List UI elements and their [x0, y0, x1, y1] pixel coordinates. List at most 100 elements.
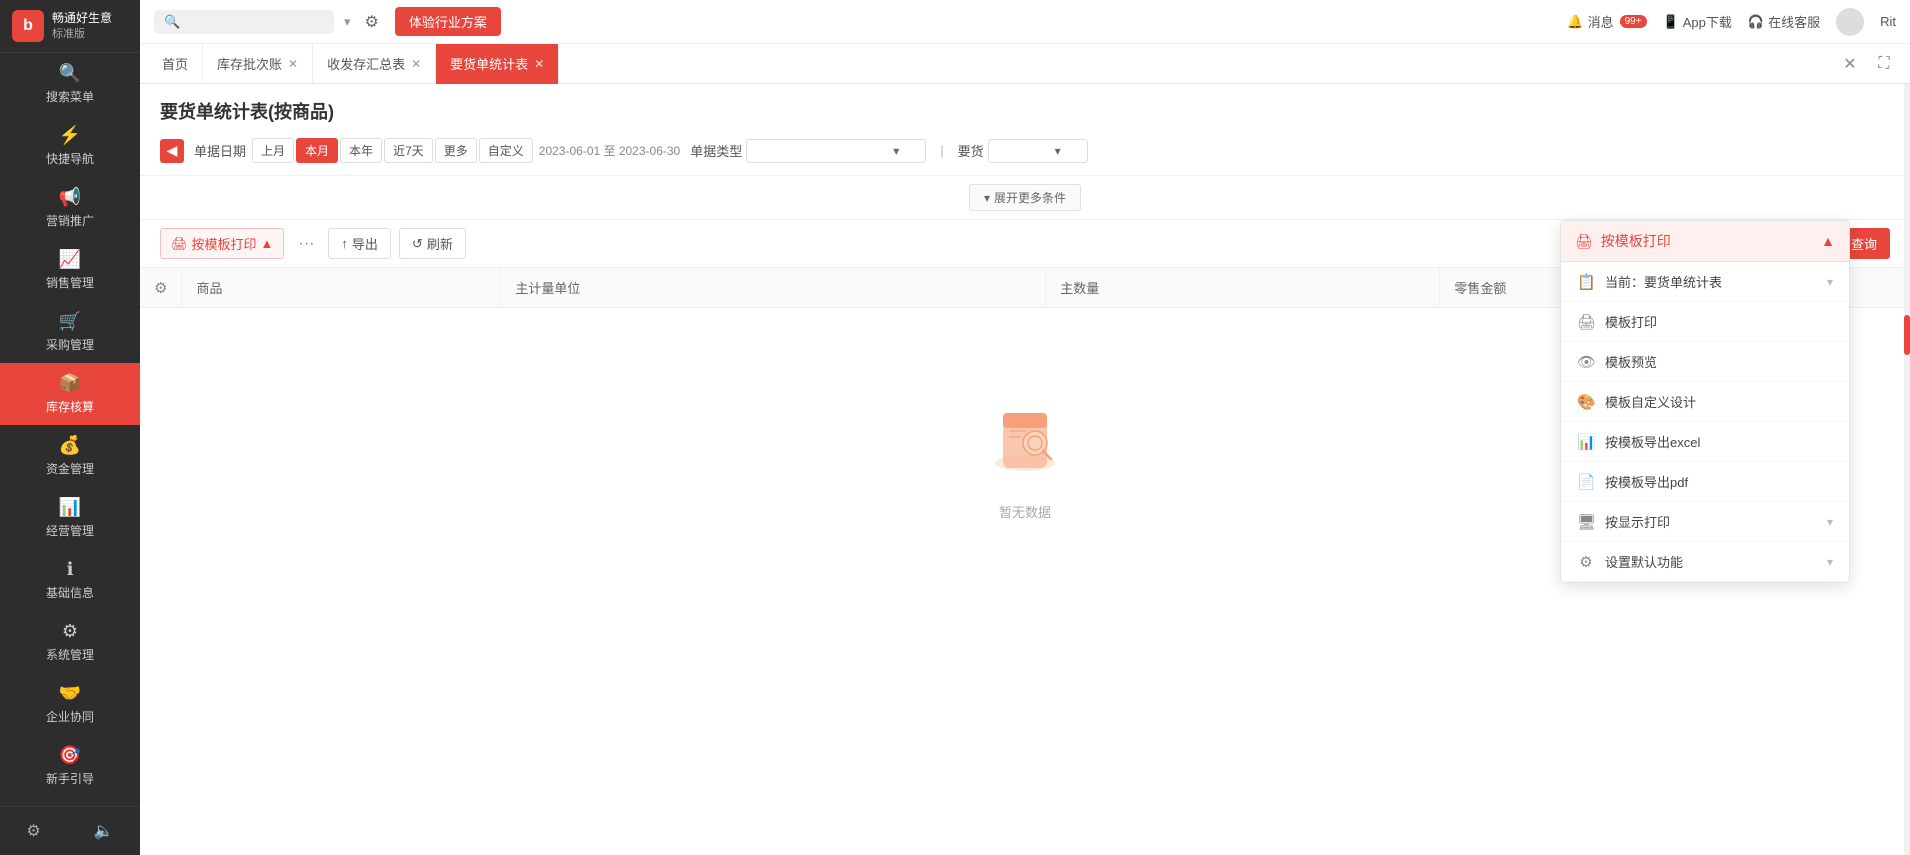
right-scrollbar[interactable]	[1904, 84, 1910, 855]
filter-divider: |	[940, 143, 943, 158]
tab-inventory-batch-label: 库存批次账	[217, 54, 282, 73]
sidebar-settings-button[interactable]: ⚙	[18, 817, 48, 845]
topbar-dropdown-arrow[interactable]: ▾	[344, 14, 351, 30]
dropdown-template-excel[interactable]: 📊 按模板导出excel	[1561, 422, 1849, 462]
more-date-button[interactable]: 更多	[435, 138, 477, 163]
messages-badge: 99+	[1620, 15, 1647, 28]
sidebar-item-marketing[interactable]: 📢 营销推广	[0, 177, 140, 239]
user-avatar[interactable]	[1836, 8, 1864, 36]
template-print-label: 模板打印	[1605, 312, 1657, 331]
print-template-button[interactable]: 🖨 按模板打印 ▲	[160, 228, 284, 259]
topbar-search-box[interactable]: 🔍	[154, 10, 334, 34]
sidebar-label-search: 搜索菜单	[46, 88, 94, 105]
col-settings-header[interactable]: ⚙	[140, 268, 182, 308]
tab-home-label: 首页	[162, 54, 188, 73]
display-print-icon: 🖥	[1577, 513, 1595, 531]
expand-more-bar: ▾ 展开更多条件	[140, 176, 1910, 220]
sales-icon: 📈	[59, 249, 81, 270]
prev-month-button[interactable]: 上月	[252, 138, 294, 163]
tab-order-summary-close[interactable]: ✕	[534, 57, 544, 71]
dropdown-title: 🖨 按模板打印	[1575, 231, 1671, 251]
tab-expand-icon[interactable]: ⛶	[1870, 50, 1898, 78]
table-settings-icon[interactable]: ⚙	[154, 280, 167, 297]
dropdown-template-print[interactable]: 🖨 模板打印	[1561, 302, 1849, 342]
sidebar-item-inventory[interactable]: 📦 库存核算	[0, 363, 140, 425]
sidebar-item-basic-info[interactable]: ℹ 基础信息	[0, 549, 140, 611]
tab-receipt-summary-close[interactable]: ✕	[411, 57, 421, 71]
export-button[interactable]: ↑ 导出	[328, 228, 391, 259]
expand-more-button[interactable]: ▾ 展开更多条件	[969, 184, 1081, 211]
dropdown-default-func[interactable]: ⚙ 设置默认功能 ▾	[1561, 542, 1849, 582]
scrollbar-thumb[interactable]	[1904, 315, 1910, 355]
sidebar-label-enterprise: 企业协同	[46, 708, 94, 725]
sidebar-bottom: ⚙ 🔈	[0, 806, 140, 855]
sidebar-item-search[interactable]: 🔍 搜索菜单	[0, 53, 140, 115]
template-print-icon: 🖨	[1577, 313, 1595, 331]
print-template-label: 按模板打印	[192, 234, 257, 253]
username-label[interactable]: Rit	[1880, 14, 1896, 29]
sidebar-item-apps[interactable]: 📱 应用中心	[0, 797, 140, 806]
topbar-settings-icon[interactable]: ⚙	[365, 12, 379, 32]
dropdown-template-preview[interactable]: 👁 模板预览	[1561, 342, 1849, 382]
dropdown-header: 🖨 按模板打印 ▲	[1561, 221, 1849, 262]
mobile-icon: 📱	[1663, 14, 1679, 30]
template-excel-label: 按模板导出excel	[1605, 432, 1700, 451]
tab-inventory-batch-close[interactable]: ✕	[288, 57, 298, 71]
collapse-filters-button[interactable]: ◀	[160, 139, 184, 163]
tab-receipt-summary[interactable]: 收发存汇总表 ✕	[313, 44, 436, 84]
sidebar-item-finance[interactable]: 💰 资金管理	[0, 425, 140, 487]
sidebar-item-guide[interactable]: 🎯 新手引导	[0, 735, 140, 797]
last-7-days-button[interactable]: 近7天	[384, 138, 433, 163]
tabbar: 首页 库存批次账 ✕ 收发存汇总表 ✕ 要货单统计表 ✕ ✕ ⛶	[140, 44, 1910, 84]
online-service-button[interactable]: 🎧 在线客服	[1748, 12, 1820, 31]
current-month-button[interactable]: 本月	[296, 138, 338, 163]
date-buttons: 上月 本月 本年 近7天 更多 自定义	[252, 138, 533, 163]
app-download-button[interactable]: 📱 App下载	[1663, 12, 1732, 31]
sidebar-item-sales[interactable]: 📈 销售管理	[0, 239, 140, 301]
search-icon: 🔍	[59, 63, 81, 84]
template-custom-icon: 🎨	[1577, 393, 1595, 411]
sidebar-label-basic-info: 基础信息	[46, 584, 94, 601]
sidebar-item-system[interactable]: ⚙ 系统管理	[0, 611, 140, 673]
sidebar-sound-button[interactable]: 🔈	[86, 817, 122, 845]
current-template-icon: 📋	[1577, 273, 1595, 291]
dropdown-collapse-icon[interactable]: ▲	[1821, 233, 1835, 249]
tab-order-summary[interactable]: 要货单统计表 ✕	[436, 44, 559, 84]
custom-date-button[interactable]: 自定义	[479, 138, 533, 163]
template-pdf-icon: 📄	[1577, 473, 1595, 491]
order-type-filter: 单据类型 ▾	[690, 139, 926, 163]
sidebar-item-quick-nav[interactable]: ⚡ 快捷导航	[0, 115, 140, 177]
export-icon: ↑	[341, 236, 348, 251]
messages-button[interactable]: 🔔 消息 99+	[1567, 12, 1646, 31]
empty-svg	[975, 388, 1075, 488]
dropdown-display-print[interactable]: 🖥 按显示打印 ▾	[1561, 502, 1849, 542]
trial-button[interactable]: 体验行业方案	[395, 7, 501, 36]
order-type-select[interactable]: ▾	[746, 139, 926, 163]
print-dropdown-panel: 🖨 按模板打印 ▲ 📋 当前：要货单统计表 ▾ 🖨	[1560, 220, 1850, 583]
order-field-select[interactable]: ▾	[988, 139, 1088, 163]
tab-close-all-icon[interactable]: ✕	[1836, 50, 1864, 78]
sidebar-item-purchase[interactable]: 🛒 采购管理	[0, 301, 140, 363]
dropdown-current-template[interactable]: 📋 当前：要货单统计表 ▾	[1561, 262, 1849, 302]
dropdown-template-custom[interactable]: 🎨 模板自定义设计	[1561, 382, 1849, 422]
logo-icon: b	[12, 10, 44, 42]
dropdown-header-right: ▲	[1821, 233, 1835, 249]
print-dropdown-arrow[interactable]: ▲	[261, 236, 274, 251]
search-input[interactable]	[186, 15, 316, 29]
current-template-arrow: ▾	[1827, 275, 1833, 289]
enterprise-icon: 🤝	[59, 683, 81, 704]
more-actions-icon[interactable]: ···	[292, 231, 320, 257]
tab-inventory-batch[interactable]: 库存批次账 ✕	[203, 44, 313, 84]
tab-home[interactable]: 首页	[152, 44, 203, 84]
filter-bar: ◀ 单据日期 上月 本月 本年 近7天 更多 自定义 2023-06-01 至 …	[140, 138, 1910, 176]
display-print-label: 按显示打印	[1605, 512, 1670, 531]
current-year-button[interactable]: 本年	[340, 138, 382, 163]
sidebar-item-operations[interactable]: 📊 经营管理	[0, 487, 140, 549]
sidebar-item-enterprise[interactable]: 🤝 企业协同	[0, 673, 140, 735]
refresh-button[interactable]: ↺ 刷新	[399, 228, 466, 259]
page-header: 要货单统计表(按商品)	[140, 84, 1910, 138]
export-label: 导出	[352, 234, 378, 253]
date-filter-group: 单据日期 上月 本月 本年 近7天 更多 自定义 2023-06-01 至 20…	[194, 138, 680, 163]
dropdown-template-pdf[interactable]: 📄 按模板导出pdf	[1561, 462, 1849, 502]
empty-text: 暂无数据	[999, 502, 1051, 521]
